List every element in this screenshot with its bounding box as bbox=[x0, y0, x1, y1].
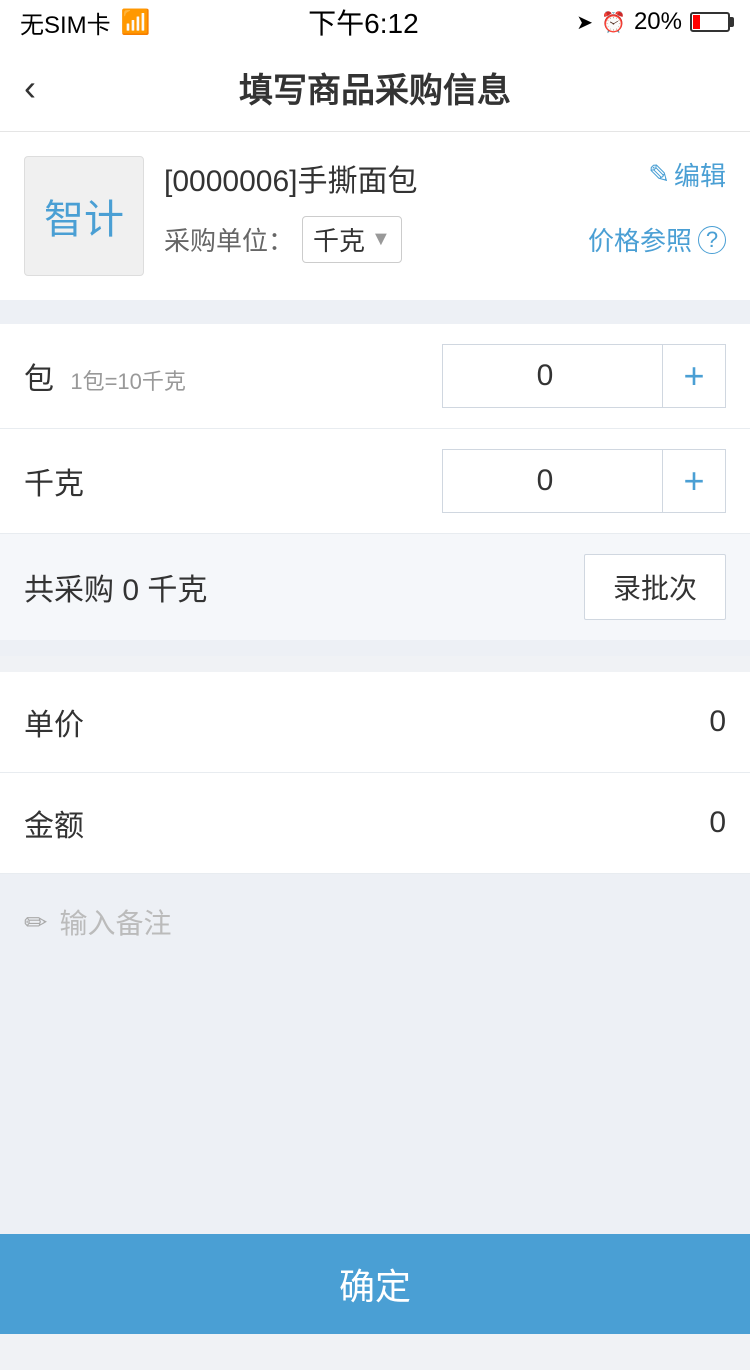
unit-select[interactable]: 千克 ▼ bbox=[302, 216, 402, 263]
product-header: [0000006]手撕面包 ✎ 编辑 bbox=[164, 156, 726, 200]
status-bar-time: 下午6:12 bbox=[308, 2, 419, 42]
wifi-icon: 📶 bbox=[121, 8, 151, 37]
product-image: 智计 bbox=[24, 156, 144, 276]
bottom-spacer bbox=[0, 970, 750, 1270]
edit-button[interactable]: ✎ 编辑 bbox=[648, 156, 726, 193]
amount-label: 金额 bbox=[24, 801, 709, 845]
total-label: 共采购 0 千克 bbox=[24, 565, 584, 609]
quantity-input-group-kg: + bbox=[442, 449, 726, 513]
status-bar-right: ➤ ⏰ 20% bbox=[576, 8, 730, 36]
quantity-plus-kg[interactable]: + bbox=[662, 449, 726, 513]
product-unit-row: 采购单位： 千克 ▼ 价格参照 ? bbox=[164, 216, 726, 263]
alarm-icon: ⏰ bbox=[601, 10, 626, 35]
confirm-button[interactable]: 确定 bbox=[0, 1234, 750, 1334]
price-ref-label: 价格参照 bbox=[588, 221, 692, 258]
nav-bar: ‹ 填写商品采购信息 bbox=[0, 44, 750, 132]
amount-value: 0 bbox=[709, 806, 726, 840]
quantity-label-kg: 千克 bbox=[24, 459, 442, 503]
unit-value: 千克 bbox=[313, 221, 365, 258]
quantity-input-bao[interactable] bbox=[442, 344, 662, 408]
pencil-icon: ✏ bbox=[24, 906, 47, 939]
amount-row: 金额 0 bbox=[0, 773, 750, 874]
unit-price-label: 单价 bbox=[24, 700, 709, 744]
price-ref-icon: ? bbox=[698, 226, 726, 254]
note-placeholder: 输入备注 bbox=[59, 902, 171, 942]
section-divider-1 bbox=[0, 308, 750, 324]
status-bar-left: 无SIM卡 📶 bbox=[20, 5, 151, 40]
page-title: 填写商品采购信息 bbox=[239, 63, 511, 112]
note-section[interactable]: ✏ 输入备注 bbox=[0, 874, 750, 970]
section-divider-2 bbox=[0, 640, 750, 656]
edit-label: 编辑 bbox=[674, 156, 726, 193]
quantity-sub-bao: 1包=10千克 bbox=[70, 369, 186, 394]
unit-price-value: 0 bbox=[709, 705, 726, 739]
batch-button[interactable]: 录批次 bbox=[584, 554, 726, 620]
unit-label: 采购单位： 千克 ▼ bbox=[164, 216, 402, 263]
product-name: [0000006]手撕面包 bbox=[164, 156, 417, 200]
quantity-row-bao: 包 1包=10千克 + bbox=[0, 324, 750, 429]
quantity-plus-bao[interactable]: + bbox=[662, 344, 726, 408]
quantity-input-group-bao: + bbox=[442, 344, 726, 408]
price-ref-button[interactable]: 价格参照 ? bbox=[588, 221, 726, 258]
status-bar: 无SIM卡 📶 下午6:12 ➤ ⏰ 20% bbox=[0, 0, 750, 44]
unit-price-row: 单价 0 bbox=[0, 672, 750, 773]
quantity-input-kg[interactable] bbox=[442, 449, 662, 513]
quantity-section: 包 1包=10千克 + 千克 + 共采购 0 千克 录批次 bbox=[0, 324, 750, 640]
sim-status: 无SIM卡 bbox=[20, 5, 111, 40]
edit-icon: ✎ bbox=[648, 159, 670, 190]
back-button[interactable]: ‹ bbox=[24, 67, 36, 109]
chevron-down-icon: ▼ bbox=[371, 228, 391, 251]
info-section: 单价 0 金额 0 bbox=[0, 672, 750, 874]
location-icon: ➤ bbox=[576, 10, 593, 35]
product-info: [0000006]手撕面包 ✎ 编辑 采购单位： 千克 ▼ 价格参照 ? bbox=[164, 156, 726, 263]
product-section: 智计 [0000006]手撕面包 ✎ 编辑 采购单位： 千克 ▼ bbox=[0, 132, 750, 308]
quantity-row-kg: 千克 + bbox=[0, 429, 750, 534]
total-row: 共采购 0 千克 录批次 bbox=[0, 534, 750, 640]
battery-icon bbox=[690, 12, 730, 32]
battery-percent: 20% bbox=[634, 8, 682, 36]
product-logo: 智计 bbox=[44, 187, 124, 245]
quantity-label-bao: 包 1包=10千克 bbox=[24, 354, 442, 398]
